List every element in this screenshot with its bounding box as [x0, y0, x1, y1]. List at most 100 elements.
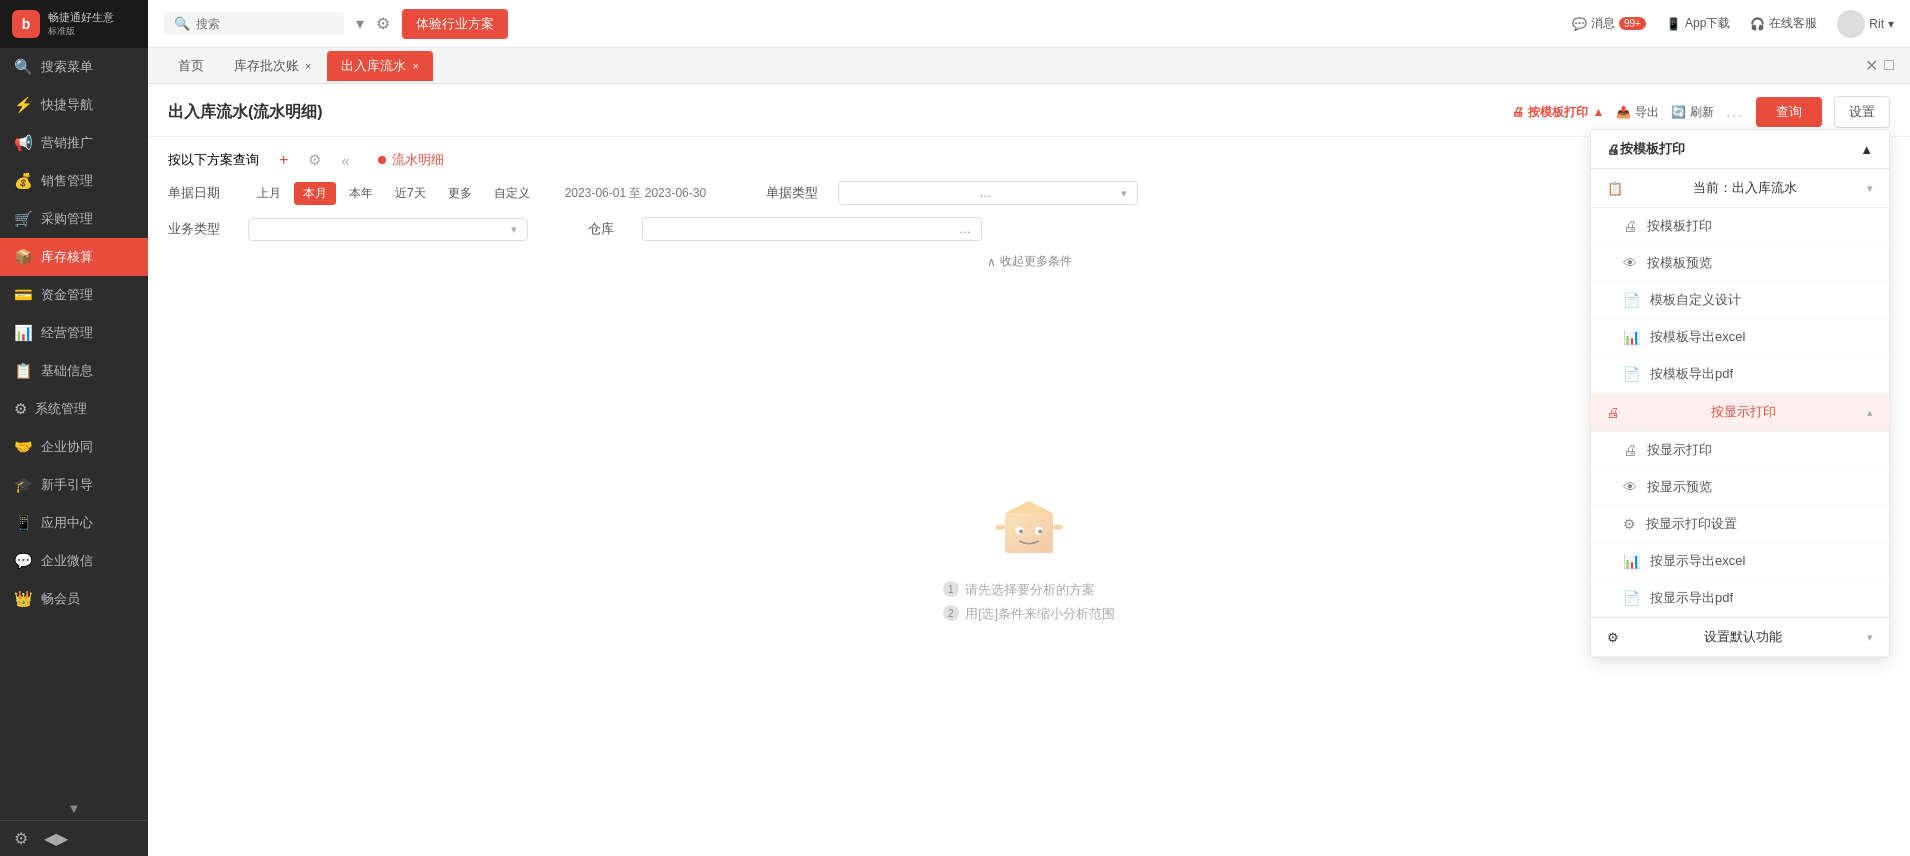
sidebar-item-app-center[interactable]: 📱 应用中心 [0, 504, 148, 542]
dropdown-item-display-pdf[interactable]: 📄 按显示导出pdf [1591, 580, 1889, 617]
dropdown-item-display-print[interactable]: 🖨 按显示打印 [1591, 432, 1889, 469]
sidebar-item-label: 资金管理 [41, 286, 93, 304]
sidebar-scroll-down[interactable]: ▼ [0, 797, 148, 820]
sidebar-item-purchase[interactable]: 🛒 采购管理 [0, 200, 148, 238]
biz-type-select[interactable]: ▾ [248, 218, 528, 241]
search-input[interactable] [196, 17, 334, 31]
date-btn-more[interactable]: 更多 [439, 182, 481, 205]
app-download-button[interactable]: 📱 App下载 [1666, 15, 1730, 32]
sidebar-item-marketing[interactable]: 📢 营销推广 [0, 124, 148, 162]
settings-button[interactable]: 设置 [1834, 96, 1890, 128]
topbar-gear-icon[interactable]: ⚙ [376, 14, 390, 33]
tab-home[interactable]: 首页 [164, 51, 218, 81]
display-preview-icon: 👁 [1623, 479, 1637, 495]
doc-type-select[interactable]: … ▾ [838, 181, 1138, 205]
tip2-text: 用[选]条件来缩小分析范围 [965, 605, 1115, 623]
sidebar-item-label: 营销推广 [41, 134, 93, 152]
sidebar-item-sales[interactable]: 💰 销售管理 [0, 162, 148, 200]
refresh-icon: 🔄 [1671, 105, 1686, 119]
dropdown-item-template-design[interactable]: 📄 模板自定义设计 [1591, 282, 1889, 319]
svg-rect-0 [1005, 513, 1053, 553]
trial-solution-button[interactable]: 体验行业方案 [402, 9, 508, 39]
sidebar-item-label: 基础信息 [41, 362, 93, 380]
sidebar: b 畅捷通好生意 标准版 🔍 搜索菜单 ⚡ 快捷导航 📢 营销推广 💰 销售管理… [0, 0, 148, 856]
dropdown-display-section[interactable]: 🖨 按显示打印 ▴ [1591, 393, 1889, 432]
tab-close-icon[interactable]: ✕ [1865, 56, 1878, 75]
sidebar-item-quick-nav[interactable]: ⚡ 快捷导航 [0, 86, 148, 124]
tab-flow-detail[interactable]: 出入库流水 × [327, 51, 432, 81]
svg-rect-6 [995, 525, 1005, 530]
dropdown-item-template-excel[interactable]: 📊 按模板导出excel [1591, 319, 1889, 356]
warehouse-select[interactable]: … [642, 217, 982, 241]
dropdown-item-template-preview[interactable]: 👁 按模板预览 [1591, 245, 1889, 282]
sidebar-item-search-menu[interactable]: 🔍 搜索菜单 [0, 48, 148, 86]
sidebar-item-basic-info[interactable]: 📋 基础信息 [0, 352, 148, 390]
sales-icon: 💰 [14, 172, 33, 190]
tab-batch-account[interactable]: 库存批次账 × [220, 51, 325, 81]
dropdown-item-display-settings[interactable]: ⚙ 按显示打印设置 [1591, 506, 1889, 543]
date-btn-7-days[interactable]: 近7天 [386, 182, 435, 205]
sidebar-settings-icon[interactable]: ⚙ [14, 829, 28, 848]
online-service-label: 在线客服 [1769, 15, 1817, 32]
sidebar-item-wechat[interactable]: 💬 企业微信 [0, 542, 148, 580]
dropdown-default-section[interactable]: ⚙ 设置默认功能 ▾ [1591, 617, 1889, 657]
member-icon: 👑 [14, 590, 33, 608]
doc-type-more-icon[interactable]: … [979, 186, 991, 200]
online-service-button[interactable]: 🎧 在线客服 [1750, 15, 1817, 32]
search-dropdown-icon[interactable]: ▾ [356, 14, 364, 33]
dropdown-item-template-print[interactable]: 🖨 按模板打印 [1591, 208, 1889, 245]
filter-collapse-icon[interactable]: « [341, 152, 349, 169]
date-filter-label: 单据日期 [168, 184, 220, 202]
tab-batch-account-close[interactable]: × [305, 60, 311, 72]
sidebar-item-cooperation[interactable]: 🤝 企业协同 [0, 428, 148, 466]
sidebar-item-member[interactable]: 👑 畅会员 [0, 580, 148, 618]
sidebar-collapse-icon[interactable]: ◀▶ [44, 829, 68, 848]
display-excel-label: 按显示导出excel [1650, 552, 1745, 570]
sidebar-item-operations[interactable]: 📊 经营管理 [0, 314, 148, 352]
topbar: 🔍 ▾ ⚙ 体验行业方案 💬 消息 99+ 📱 App下载 🎧 在线客服 Rit [148, 0, 1910, 48]
empty-tips-list: 1 请先选择要分析的方案 2 用[选]条件来缩小分析范围 [943, 581, 1115, 629]
print-label: 按模板打印 [1528, 104, 1588, 121]
warehouse-more-icon[interactable]: … [959, 222, 971, 236]
sidebar-item-inventory[interactable]: 📦 库存核算 [0, 238, 148, 276]
svg-point-5 [1038, 529, 1042, 533]
filter-sidebar-label: 流水明细 [392, 151, 444, 169]
refresh-button[interactable]: 🔄 刷新 [1671, 104, 1714, 121]
dropdown-item-display-preview[interactable]: 👁 按显示预览 [1591, 469, 1889, 506]
query-button[interactable]: 查询 [1756, 97, 1822, 127]
filter-config-icon[interactable]: ⚙ [308, 151, 321, 169]
sidebar-item-guide[interactable]: 🎓 新手引导 [0, 466, 148, 504]
basic-info-icon: 📋 [14, 362, 33, 380]
dropdown-item-display-excel[interactable]: 📊 按显示导出excel [1591, 543, 1889, 580]
tab-expand-icon[interactable]: □ [1884, 56, 1894, 75]
sidebar-item-label: 采购管理 [41, 210, 93, 228]
date-btn-this-year[interactable]: 本年 [340, 182, 382, 205]
filter-dot-icon [378, 156, 386, 164]
empty-tip-1: 1 请先选择要分析的方案 [943, 581, 1115, 599]
display-settings-label: 按显示打印设置 [1646, 515, 1737, 533]
sidebar-item-finance[interactable]: 💳 资金管理 [0, 276, 148, 314]
current-template-icon: 📋 [1607, 181, 1623, 196]
date-btn-last-month[interactable]: 上月 [248, 182, 290, 205]
print-dropdown-panel: 🖨 按模板打印 ▲ 📋 当前：出入库流水 ▾ 🖨 按模板打印 👁 按模板预览 📄 [1590, 129, 1890, 658]
date-btn-this-month[interactable]: 本月 [294, 182, 336, 205]
tabs-bar: 首页 库存批次账 × 出入库流水 × ✕ □ [148, 48, 1910, 84]
tab-flow-detail-close[interactable]: × [412, 60, 418, 72]
print-template-button[interactable]: 🖨 按模板打印 ▲ [1512, 104, 1604, 121]
collapse-more-label: 收起更多条件 [1000, 253, 1072, 270]
search-menu-icon: 🔍 [14, 58, 33, 76]
dropdown-item-template-pdf[interactable]: 📄 按模板导出pdf [1591, 356, 1889, 393]
message-button[interactable]: 💬 消息 99+ [1572, 15, 1646, 32]
more-actions-button[interactable]: ... [1726, 104, 1744, 120]
sidebar-item-system[interactable]: ⚙ 系统管理 [0, 390, 148, 428]
dropdown-header[interactable]: 🖨 按模板打印 ▲ [1591, 130, 1889, 169]
display-preview-label: 按显示预览 [1647, 478, 1712, 496]
sidebar-item-label: 销售管理 [41, 172, 93, 190]
current-template-label: 当前：出入库流水 [1693, 179, 1797, 197]
dropdown-current-section[interactable]: 📋 当前：出入库流水 ▾ [1591, 169, 1889, 208]
filter-add-icon[interactable]: + [279, 151, 288, 169]
export-button[interactable]: 📤 导出 [1616, 104, 1659, 121]
date-btn-custom[interactable]: 自定义 [485, 182, 539, 205]
topbar-search-box[interactable]: 🔍 [164, 12, 344, 35]
user-profile-button[interactable]: Rit ▾ [1837, 10, 1894, 38]
